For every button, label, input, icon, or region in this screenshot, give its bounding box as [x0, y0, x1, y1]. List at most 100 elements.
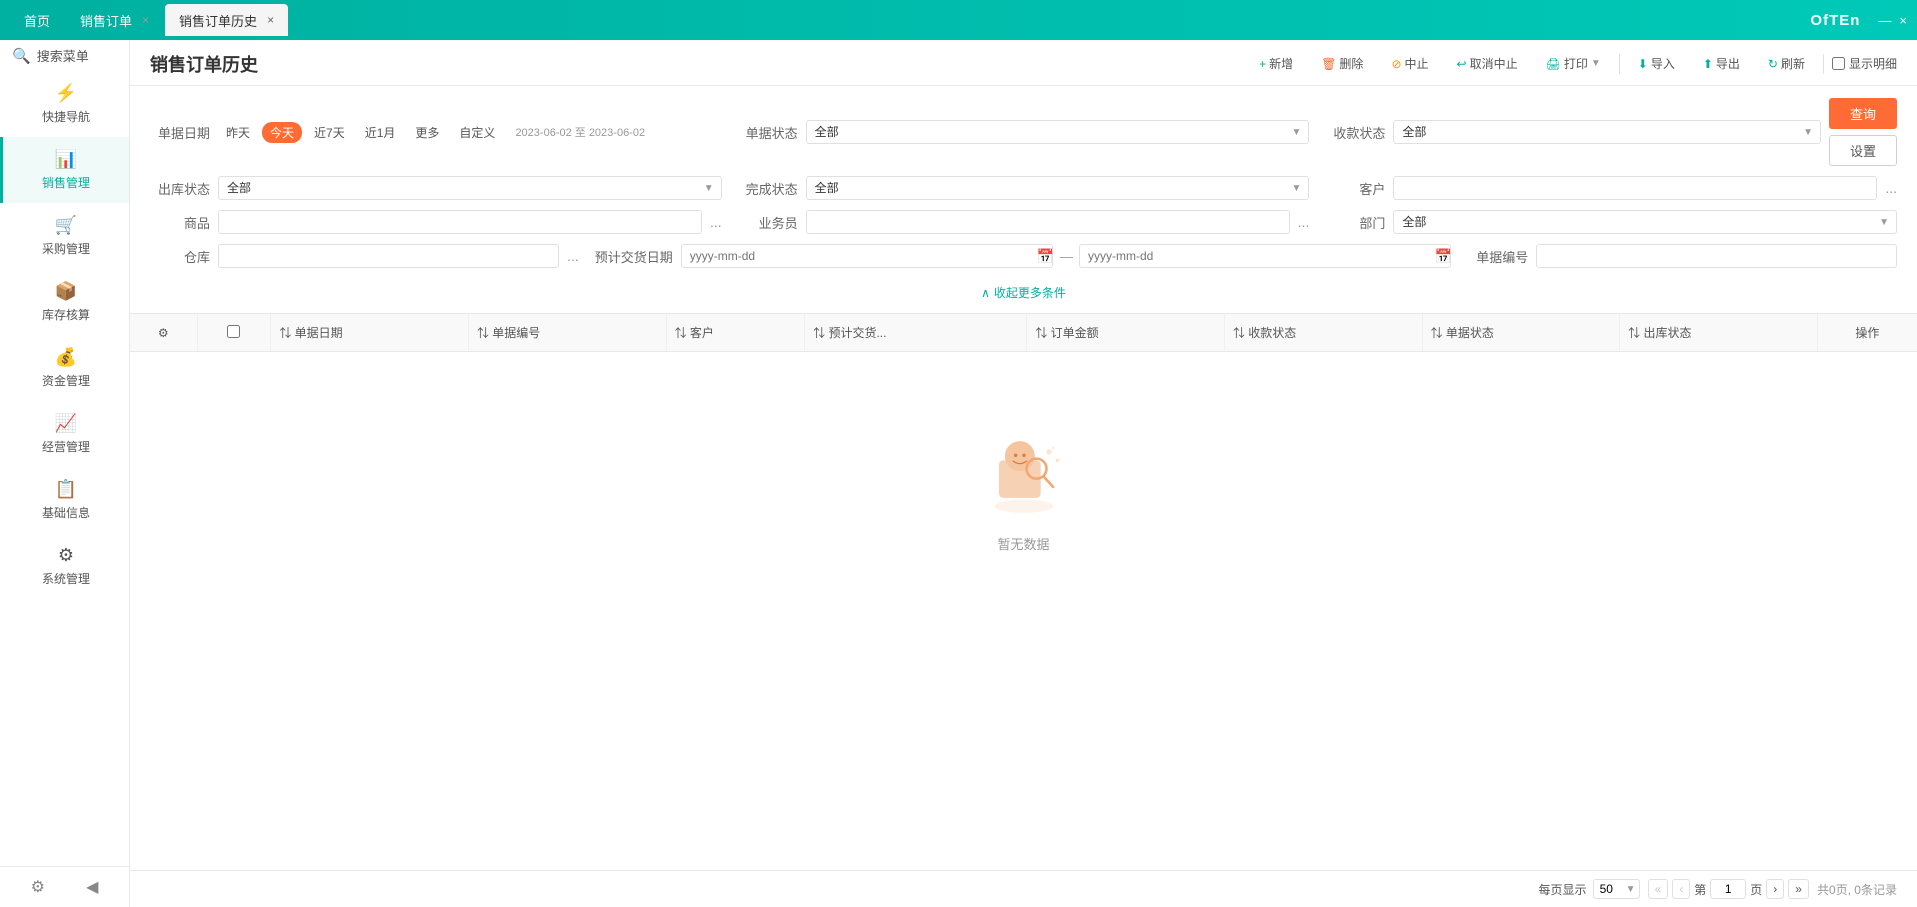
sidebar-item-finance-label: 资金管理 — [42, 372, 90, 389]
page-size-wrap: 每页显示 10 20 50 100 ▼ — [1539, 879, 1640, 899]
tab-sales-order-history[interactable]: 销售订单历史 × — [165, 4, 288, 36]
sidebar-item-sales-mgmt-label: 销售管理 — [42, 174, 90, 191]
page-header: 销售订单历史 + 新增 🗑 删除 ⊘ 中止 ↩ 取消中止 — [130, 40, 1917, 86]
th-expected-date: ⇅ 预计交货... — [805, 314, 1027, 352]
expected-date-start-input[interactable] — [681, 244, 1053, 268]
th-pay-status-sort[interactable]: ⇅ 收款状态 — [1233, 324, 1414, 341]
th-bill-date-sort[interactable]: ⇅ 单据日期 — [279, 324, 460, 341]
sidebar-collapse-icon[interactable]: ◀ — [86, 877, 98, 897]
sidebar-item-purchase-mgmt-label: 采购管理 — [42, 240, 90, 257]
cancel-stop-button[interactable]: ↩ 取消中止 — [1447, 50, 1528, 77]
stop-button[interactable]: ⊘ 中止 — [1381, 50, 1438, 77]
last-page-button[interactable]: » — [1788, 879, 1809, 899]
operations-icon: 📈 — [55, 413, 77, 434]
th-bill-no: ⇅ 单据编号 — [468, 314, 666, 352]
prev-page-button[interactable]: ‹ — [1672, 879, 1690, 899]
th-bill-date: ⇅ 单据日期 — [271, 314, 469, 352]
import-button[interactable]: ⬇ 导入 — [1628, 50, 1685, 77]
page-number-input[interactable] — [1710, 879, 1746, 899]
sidebar-item-finance[interactable]: 💰 资金管理 — [0, 335, 129, 401]
tab-sales-order-close[interactable]: × — [142, 13, 149, 27]
th-bill-no-sort[interactable]: ⇅ 单据编号 — [477, 324, 658, 341]
tab-home-label: 首页 — [24, 11, 50, 30]
th-bill-status-sort[interactable]: ⇅ 单据状态 — [1431, 324, 1612, 341]
date-tag-today[interactable]: 今天 — [262, 122, 302, 143]
first-page-button[interactable]: « — [1648, 879, 1669, 899]
new-button[interactable]: + 新增 — [1249, 50, 1303, 77]
warehouse-dots[interactable]: ... — [567, 248, 579, 264]
next-page-button[interactable]: › — [1766, 879, 1784, 899]
collapse-btn[interactable]: ∧ 收起更多条件 — [150, 278, 1897, 301]
display-toggle[interactable]: 显示明细 — [1832, 55, 1897, 72]
complete-status-label: 完成状态 — [738, 179, 798, 198]
th-gear: ⚙ — [130, 314, 197, 352]
customer-input[interactable] — [1393, 176, 1877, 200]
refresh-icon: ↻ — [1768, 57, 1778, 71]
bill-status-select-wrap: 全部 待审核 已审核 已作废 ▼ — [806, 120, 1310, 144]
date-tag-1month[interactable]: 近1月 — [357, 122, 404, 143]
import-icon: ⬇ — [1638, 57, 1648, 71]
bill-status-select[interactable]: 全部 待审核 已审核 已作废 — [806, 120, 1310, 144]
goods-input[interactable] — [218, 210, 702, 234]
filter-bill-date: 单据日期 昨天 今天 近7天 近1月 更多 自定义 2023-06-02 至 2… — [150, 122, 722, 143]
sales-mgmt-icon: 📊 — [55, 149, 77, 170]
search-menu-icon: 🔍 — [12, 47, 31, 65]
pay-status-select[interactable]: 全部 未收款 部分收款 已收款 — [1393, 120, 1821, 144]
page-size-select[interactable]: 10 20 50 100 — [1593, 879, 1640, 899]
end-cal-icon[interactable]: 📅 — [1435, 248, 1452, 265]
inventory-icon: 📦 — [55, 281, 77, 302]
sidebar-item-base-info[interactable]: 📋 基础信息 — [0, 467, 129, 533]
search-menu[interactable]: 🔍 搜索菜单 — [0, 40, 129, 71]
goods-dots[interactable]: ... — [710, 214, 722, 230]
display-toggle-checkbox[interactable] — [1832, 57, 1845, 70]
sidebar-item-operations[interactable]: 📈 经营管理 — [0, 401, 129, 467]
sidebar-item-sys-mgmt[interactable]: ⚙ 系统管理 — [0, 533, 129, 599]
th-customer-sort[interactable]: ⇅ 客户 — [675, 324, 797, 341]
date-tag-more[interactable]: 更多 — [407, 122, 447, 143]
export-button[interactable]: ⬆ 导出 — [1693, 50, 1750, 77]
refresh-button[interactable]: ↻ 刷新 — [1758, 50, 1815, 77]
pay-status-select-wrap: 全部 未收款 部分收款 已收款 ▼ — [1393, 120, 1821, 144]
salesman-input[interactable] — [806, 210, 1290, 234]
query-button[interactable]: 查询 — [1829, 98, 1897, 129]
th-out-status-sort[interactable]: ⇅ 出库状态 — [1628, 324, 1809, 341]
window-minimize-btn[interactable]: — — [1878, 13, 1891, 28]
tab-sales-order-history-close[interactable]: × — [267, 13, 274, 27]
bill-no-input[interactable] — [1536, 244, 1897, 268]
sidebar-settings-icon[interactable]: ⚙ — [31, 877, 45, 897]
date-tag-yesterday[interactable]: 昨天 — [218, 122, 258, 143]
th-order-amount-sort[interactable]: ⇅ 订单金额 — [1035, 324, 1216, 341]
department-select[interactable]: 全部 — [1393, 210, 1897, 234]
setting-button[interactable]: 设置 — [1829, 135, 1897, 166]
sidebar-item-purchase-mgmt[interactable]: 🛒 采购管理 — [0, 203, 129, 269]
salesman-dots[interactable]: ... — [1298, 214, 1310, 230]
window-close-btn[interactable]: × — [1899, 13, 1907, 28]
tab-sales-order[interactable]: 销售订单 × — [66, 4, 163, 36]
filter-complete-status: 完成状态 全部 未完成 已完成 ▼ — [738, 176, 1310, 200]
sidebar-item-inventory[interactable]: 📦 库存核算 — [0, 269, 129, 335]
out-status-label: 出库状态 — [150, 179, 210, 198]
date-tag-custom[interactable]: 自定义 — [451, 122, 503, 143]
th-expected-date-sort[interactable]: ⇅ 预计交货... — [813, 324, 1018, 341]
filter-department: 部门 全部 ▼ — [1325, 210, 1897, 234]
date-range-text: 2023-06-02 至 2023-06-02 — [515, 124, 645, 140]
gear-icon[interactable]: ⚙ — [158, 326, 169, 340]
date-tag-7days[interactable]: 近7天 — [306, 122, 353, 143]
customer-dots[interactable]: ... — [1885, 180, 1897, 196]
tab-home[interactable]: 首页 — [10, 4, 64, 36]
empty-state-row: 暂无数据 — [130, 352, 1917, 634]
new-label: 新增 — [1269, 55, 1293, 72]
start-cal-icon[interactable]: 📅 — [1037, 248, 1054, 265]
delete-button[interactable]: 🗑 删除 — [1311, 50, 1373, 77]
select-all-checkbox[interactable] — [227, 325, 240, 338]
sidebar-item-operations-label: 经营管理 — [42, 438, 90, 455]
empty-state-text: 暂无数据 — [997, 534, 1049, 553]
out-status-select[interactable]: 全部 未出库 部分出库 已出库 — [218, 176, 722, 200]
print-icon: 🖨 — [1546, 57, 1561, 71]
sidebar-item-sales-mgmt[interactable]: 📊 销售管理 — [0, 137, 129, 203]
expected-date-end-input[interactable] — [1079, 244, 1451, 268]
print-button[interactable]: 🖨 打印 ▼ — [1536, 50, 1611, 77]
sidebar-item-quick-nav[interactable]: ⚡ 快捷导航 — [0, 71, 129, 137]
complete-status-select[interactable]: 全部 未完成 已完成 — [806, 176, 1310, 200]
warehouse-input[interactable] — [218, 244, 559, 268]
